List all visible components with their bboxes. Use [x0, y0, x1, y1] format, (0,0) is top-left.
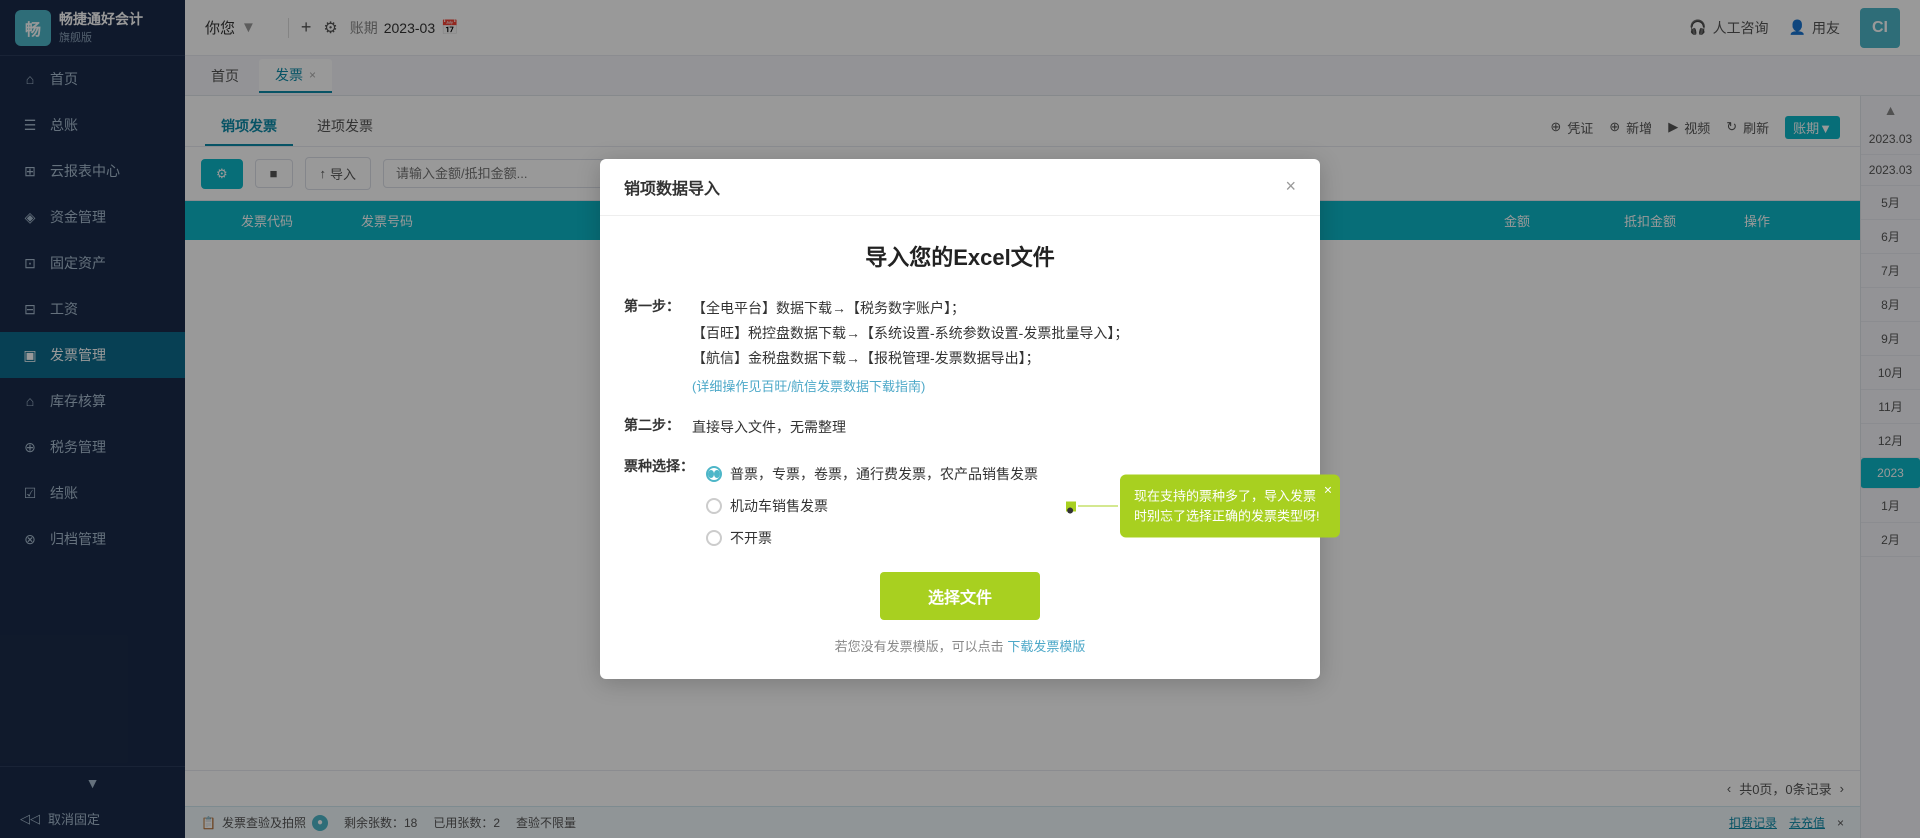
- dialog-step2: 第二步： 直接导入文件，无需整理: [624, 415, 1296, 440]
- radio-group: 普票，专票，卷票，通行费发票，农产品销售发票 机动车销售发票 ● ×: [706, 464, 1038, 548]
- dialog-title: 销项数据导入: [624, 175, 720, 199]
- radio-normal-label: 普票，专票，卷票，通行费发票，农产品销售发票: [730, 464, 1038, 484]
- import-dialog: 销项数据导入 × 导入您的Excel文件 第一步： 【全电平台】数据下载→【税务…: [600, 159, 1320, 679]
- tooltip-dot: ●: [1066, 501, 1076, 511]
- step2-label: 第二步：: [624, 415, 680, 435]
- tooltip-text: 现在支持的票种多了，导入发票时别忘了选择正确的发票类型呀!: [1134, 489, 1320, 524]
- dialog-ticket-select: 票种选择： 普票，专票，卷票，通行费发票，农产品销售发票 机动车销售发票: [624, 456, 1296, 548]
- radio-none-label: 不开票: [730, 528, 772, 548]
- tooltip-box: × 现在支持的票种多了，导入发票时别忘了选择正确的发票类型呀!: [1120, 475, 1340, 538]
- dialog-header: 销项数据导入 ×: [600, 159, 1320, 216]
- step1-line-0: 【全电平台】数据下载→【税务数字账户】；: [692, 296, 1128, 321]
- radio-none-circle: [706, 530, 722, 546]
- tooltip-line: [1078, 506, 1118, 507]
- radio-none[interactable]: 不开票: [706, 528, 1038, 548]
- radio-normal[interactable]: 普票，专票，卷票，通行费发票，农产品销售发票: [706, 464, 1038, 484]
- step1-content: 【全电平台】数据下载→【税务数字账户】； 【百旺】税控盘数据下载→【系统设置-系…: [692, 296, 1128, 399]
- tooltip-anchor: ● × 现在支持的票种多了，导入发票时别忘了选择正确的发票类型呀!: [1066, 475, 1340, 538]
- radio-motor[interactable]: 机动车销售发票 ● × 现在支持的票种多了，导入发票时别忘了选择正确的发票类型呀…: [706, 496, 1038, 516]
- dialog-footer: 若您没有发票模版，可以点击 下载发票模版: [624, 636, 1296, 655]
- radio-motor-circle: [706, 498, 722, 514]
- step1-line-2: 【航信】金税盘数据下载→【报税管理-发票数据导出】；: [692, 346, 1128, 371]
- select-file-button[interactable]: 选择文件: [880, 572, 1040, 620]
- step1-line-1: 【百旺】税控盘数据下载→【系统设置-系统参数设置-发票批量导入】；: [692, 321, 1128, 346]
- download-template-link[interactable]: 下载发票模版: [1007, 639, 1085, 654]
- dialog-footer-text-label: 若您没有发票模版，可以点击: [835, 639, 1004, 654]
- radio-normal-circle: [706, 466, 722, 482]
- modal-overlay: 销项数据导入 × 导入您的Excel文件 第一步： 【全电平台】数据下载→【税务…: [0, 0, 1920, 838]
- ticket-label: 票种选择：: [624, 456, 694, 476]
- step1-label: 第一步：: [624, 296, 680, 316]
- radio-motor-label: 机动车销售发票: [730, 496, 828, 516]
- dialog-close-button[interactable]: ×: [1285, 176, 1296, 197]
- dialog-step1: 第一步： 【全电平台】数据下载→【税务数字账户】； 【百旺】税控盘数据下载→【系…: [624, 296, 1296, 399]
- step2-content: 直接导入文件，无需整理: [692, 415, 846, 440]
- step1-guide-link[interactable]: (详细操作见百旺/航信发票数据下载指南): [692, 375, 1128, 398]
- tooltip-close-btn[interactable]: ×: [1324, 480, 1332, 501]
- dialog-body: 导入您的Excel文件 第一步： 【全电平台】数据下载→【税务数字账户】； 【百…: [600, 216, 1320, 679]
- dialog-main-title: 导入您的Excel文件: [624, 240, 1296, 272]
- app-wrapper: 畅 畅捷通好会计 旗舰版 ⌂ 首页 ☰ 总账 ⊞ 云报表中心 ◈ 资金管理: [0, 0, 1920, 838]
